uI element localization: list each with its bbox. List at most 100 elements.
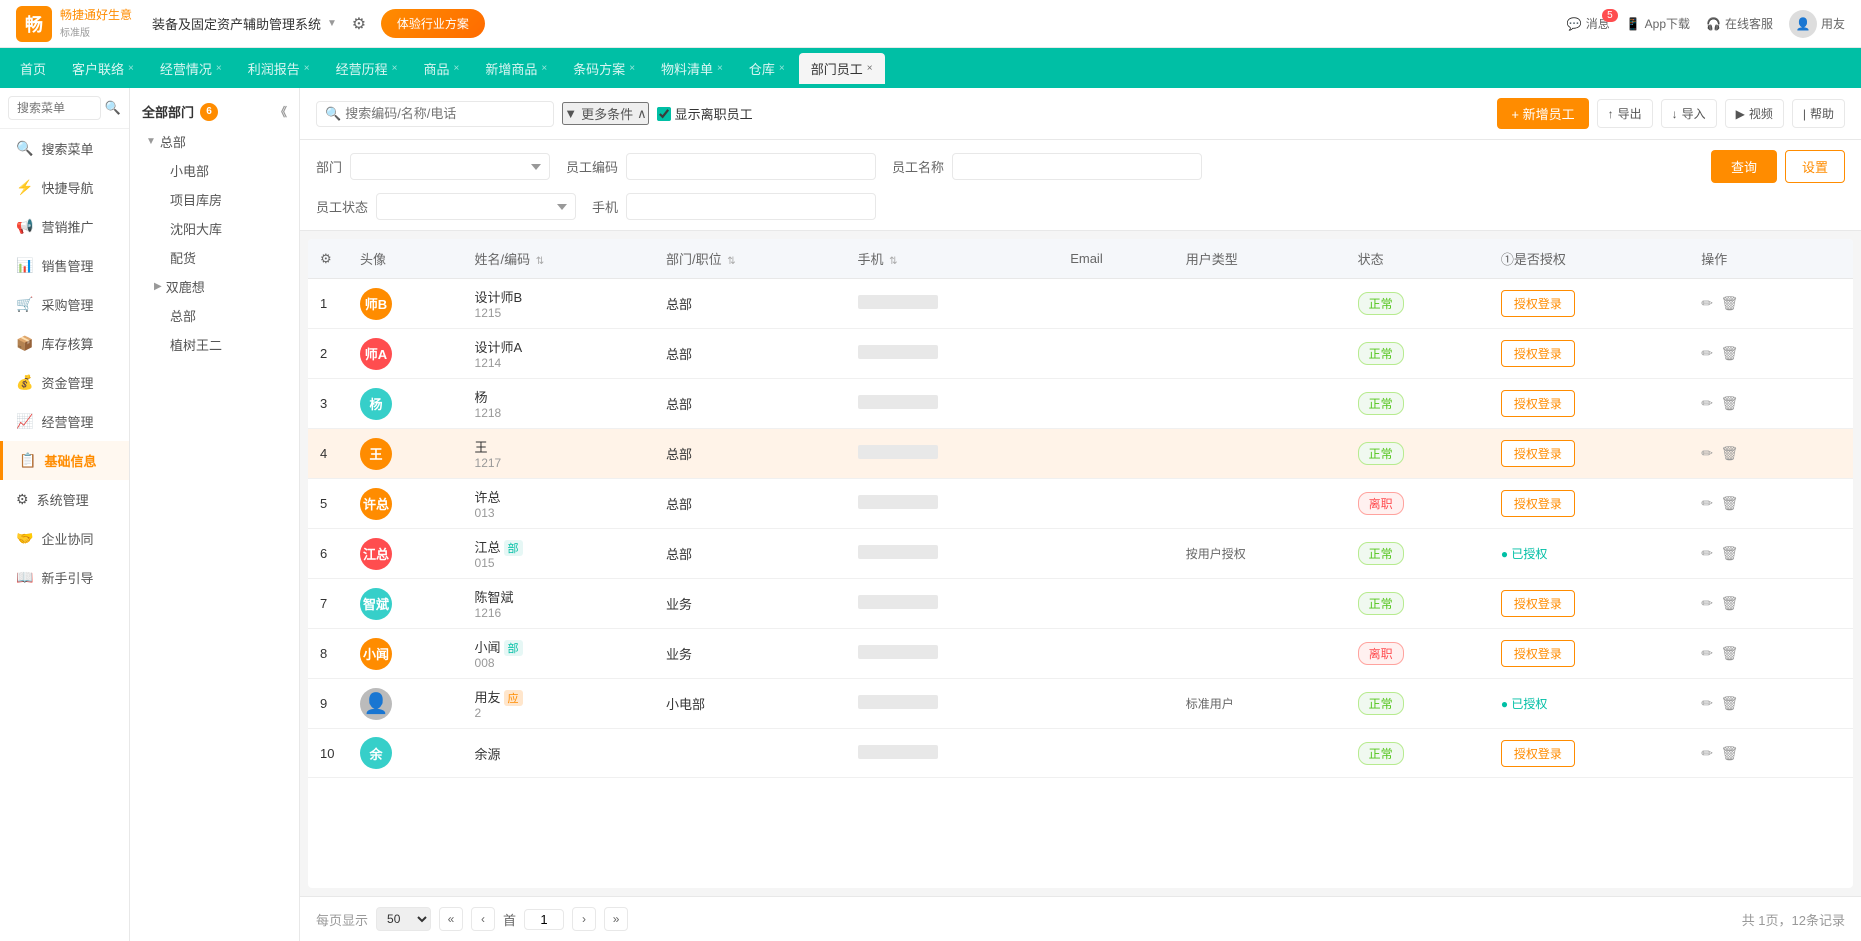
- edit-button[interactable]: ✏: [1701, 295, 1713, 311]
- last-page-button[interactable]: »: [604, 907, 628, 931]
- online-service-button[interactable]: 🎧 在线客服: [1706, 15, 1773, 32]
- sidebar-item-企业协同[interactable]: 🤝企业协同: [0, 519, 129, 558]
- next-page-button[interactable]: ›: [572, 907, 596, 931]
- dropdown-arrow-icon[interactable]: ▼: [327, 18, 337, 29]
- delete-button[interactable]: 🗑: [1721, 345, 1739, 361]
- auth-button[interactable]: 授权登录: [1501, 490, 1575, 517]
- close-tab-icon[interactable]: ×: [867, 63, 873, 74]
- dept-node-配货[interactable]: 配货: [130, 243, 299, 272]
- edit-button[interactable]: ✏: [1701, 345, 1713, 361]
- auth-button[interactable]: 授权登录: [1501, 290, 1575, 317]
- sidebar-item-销售管理[interactable]: 📊销售管理: [0, 246, 129, 285]
- nav-tab-经营情况[interactable]: 经营情况×: [148, 53, 234, 84]
- auth-button[interactable]: 授权登录: [1501, 340, 1575, 367]
- sidebar-item-新手引导[interactable]: 📖新手引导: [0, 558, 129, 597]
- phone-input[interactable]: [626, 193, 876, 220]
- nav-tab-客户联络[interactable]: 客户联络×: [60, 53, 146, 84]
- message-button[interactable]: 💬 消息 5: [1567, 15, 1610, 32]
- help-button[interactable]: | 帮助: [1792, 99, 1845, 128]
- close-tab-icon[interactable]: ×: [128, 63, 134, 74]
- nav-tab-部门员工[interactable]: 部门员工×: [799, 53, 885, 84]
- sidebar-item-基础信息[interactable]: 📋基础信息: [0, 441, 129, 480]
- add-employee-button[interactable]: + 新增员工: [1497, 98, 1588, 129]
- trial-button[interactable]: 体验行业方案: [381, 9, 485, 38]
- dept-collapse-button[interactable]: 《: [275, 103, 287, 120]
- import-button[interactable]: ↓ 导入: [1661, 99, 1717, 128]
- delete-button[interactable]: 🗑: [1721, 545, 1739, 561]
- sidebar-item-系统管理[interactable]: ⚙系统管理: [0, 480, 129, 519]
- auth-button[interactable]: 授权登录: [1501, 440, 1575, 467]
- delete-button[interactable]: 🗑: [1721, 745, 1739, 761]
- dept-node-总部[interactable]: 总部: [130, 301, 299, 330]
- delete-button[interactable]: 🗑: [1721, 695, 1739, 711]
- edit-button[interactable]: ✏: [1701, 445, 1713, 461]
- dept-node-小电部[interactable]: 小电部: [130, 156, 299, 185]
- emp-code-input[interactable]: [626, 153, 876, 180]
- filter-settings-button[interactable]: 设置: [1785, 150, 1845, 183]
- dept-node-项目库房[interactable]: 项目库房: [130, 185, 299, 214]
- sidebar-search-input[interactable]: [8, 96, 101, 120]
- nav-tab-经营历程[interactable]: 经营历程×: [324, 53, 410, 84]
- edit-button[interactable]: ✏: [1701, 595, 1713, 611]
- nav-tab-条码方案[interactable]: 条码方案×: [561, 53, 647, 84]
- close-tab-icon[interactable]: ×: [779, 63, 785, 74]
- sidebar-item-资金管理[interactable]: 💰资金管理: [0, 363, 129, 402]
- edit-button[interactable]: ✏: [1701, 745, 1713, 761]
- close-tab-icon[interactable]: ×: [629, 63, 635, 74]
- settings-gear-button[interactable]: ⚙: [345, 10, 373, 38]
- edit-button[interactable]: ✏: [1701, 645, 1713, 661]
- delete-button[interactable]: 🗑: [1721, 395, 1739, 411]
- page-number-input[interactable]: [524, 909, 564, 930]
- sidebar-item-营销推广[interactable]: 📢营销推广: [0, 207, 129, 246]
- dept-node-双鹿想[interactable]: ▶双鹿想: [130, 272, 299, 301]
- delete-button[interactable]: 🗑: [1721, 595, 1739, 611]
- video-button[interactable]: ▶ 视频: [1725, 99, 1784, 128]
- auth-button[interactable]: 授权登录: [1501, 740, 1575, 767]
- nav-tab-商品[interactable]: 商品×: [411, 53, 471, 84]
- query-button[interactable]: 查询: [1711, 150, 1777, 183]
- nav-tab-利润报告[interactable]: 利润报告×: [236, 53, 322, 84]
- prev-page-button[interactable]: ‹: [471, 907, 495, 931]
- sidebar-item-快捷导航[interactable]: ⚡快捷导航: [0, 168, 129, 207]
- close-tab-icon[interactable]: ×: [717, 63, 723, 74]
- nav-tab-物料清单[interactable]: 物料清单×: [649, 53, 735, 84]
- edit-button[interactable]: ✏: [1701, 695, 1713, 711]
- sidebar-item-库存核算[interactable]: 📦库存核算: [0, 324, 129, 363]
- more-filter-button[interactable]: ▼ 更多条件 ∧: [562, 102, 648, 125]
- dept-node-总部[interactable]: ▼总部: [130, 127, 299, 156]
- user-avatar[interactable]: 👤 用友: [1789, 10, 1845, 38]
- delete-button[interactable]: 🗑: [1721, 645, 1739, 661]
- export-button[interactable]: ↑ 导出: [1597, 99, 1653, 128]
- search-input[interactable]: [345, 106, 545, 121]
- delete-button[interactable]: 🗑: [1721, 295, 1739, 311]
- close-tab-icon[interactable]: ×: [453, 63, 459, 74]
- nav-tab-新增商品[interactable]: 新增商品×: [473, 53, 559, 84]
- dept-node-沈阳大库[interactable]: 沈阳大库: [130, 214, 299, 243]
- edit-button[interactable]: ✏: [1701, 395, 1713, 411]
- edit-button[interactable]: ✏: [1701, 495, 1713, 511]
- sidebar-item-采购管理[interactable]: 🛒采购管理: [0, 285, 129, 324]
- show-resigned-checkbox[interactable]: [657, 107, 671, 121]
- emp-status-select[interactable]: 正常 离职: [376, 193, 576, 220]
- close-tab-icon[interactable]: ×: [392, 63, 398, 74]
- auth-button[interactable]: 授权登录: [1501, 590, 1575, 617]
- nav-tab-首页[interactable]: 首页: [8, 53, 58, 84]
- auth-button[interactable]: 授权登录: [1501, 390, 1575, 417]
- close-tab-icon[interactable]: ×: [541, 63, 547, 74]
- first-page-button[interactable]: «: [439, 907, 463, 931]
- close-tab-icon[interactable]: ×: [216, 63, 222, 74]
- close-tab-icon[interactable]: ×: [304, 63, 310, 74]
- col-settings[interactable]: ⚙: [308, 239, 348, 279]
- sidebar-item-搜索菜单[interactable]: 🔍搜索菜单: [0, 129, 129, 168]
- edit-button[interactable]: ✏: [1701, 545, 1713, 561]
- dept-select[interactable]: 总部 小电部 业务: [350, 153, 550, 180]
- nav-tab-仓库[interactable]: 仓库×: [737, 53, 797, 84]
- sidebar-item-经营管理[interactable]: 📈经营管理: [0, 402, 129, 441]
- dept-node-植树王二[interactable]: 植树王二: [130, 330, 299, 359]
- page-size-select[interactable]: 50 20 100: [376, 907, 431, 931]
- auth-button[interactable]: 授权登录: [1501, 640, 1575, 667]
- delete-button[interactable]: 🗑: [1721, 495, 1739, 511]
- app-download-button[interactable]: 📱 App下载: [1626, 15, 1690, 32]
- delete-button[interactable]: 🗑: [1721, 445, 1739, 461]
- emp-name-input[interactable]: [952, 153, 1202, 180]
